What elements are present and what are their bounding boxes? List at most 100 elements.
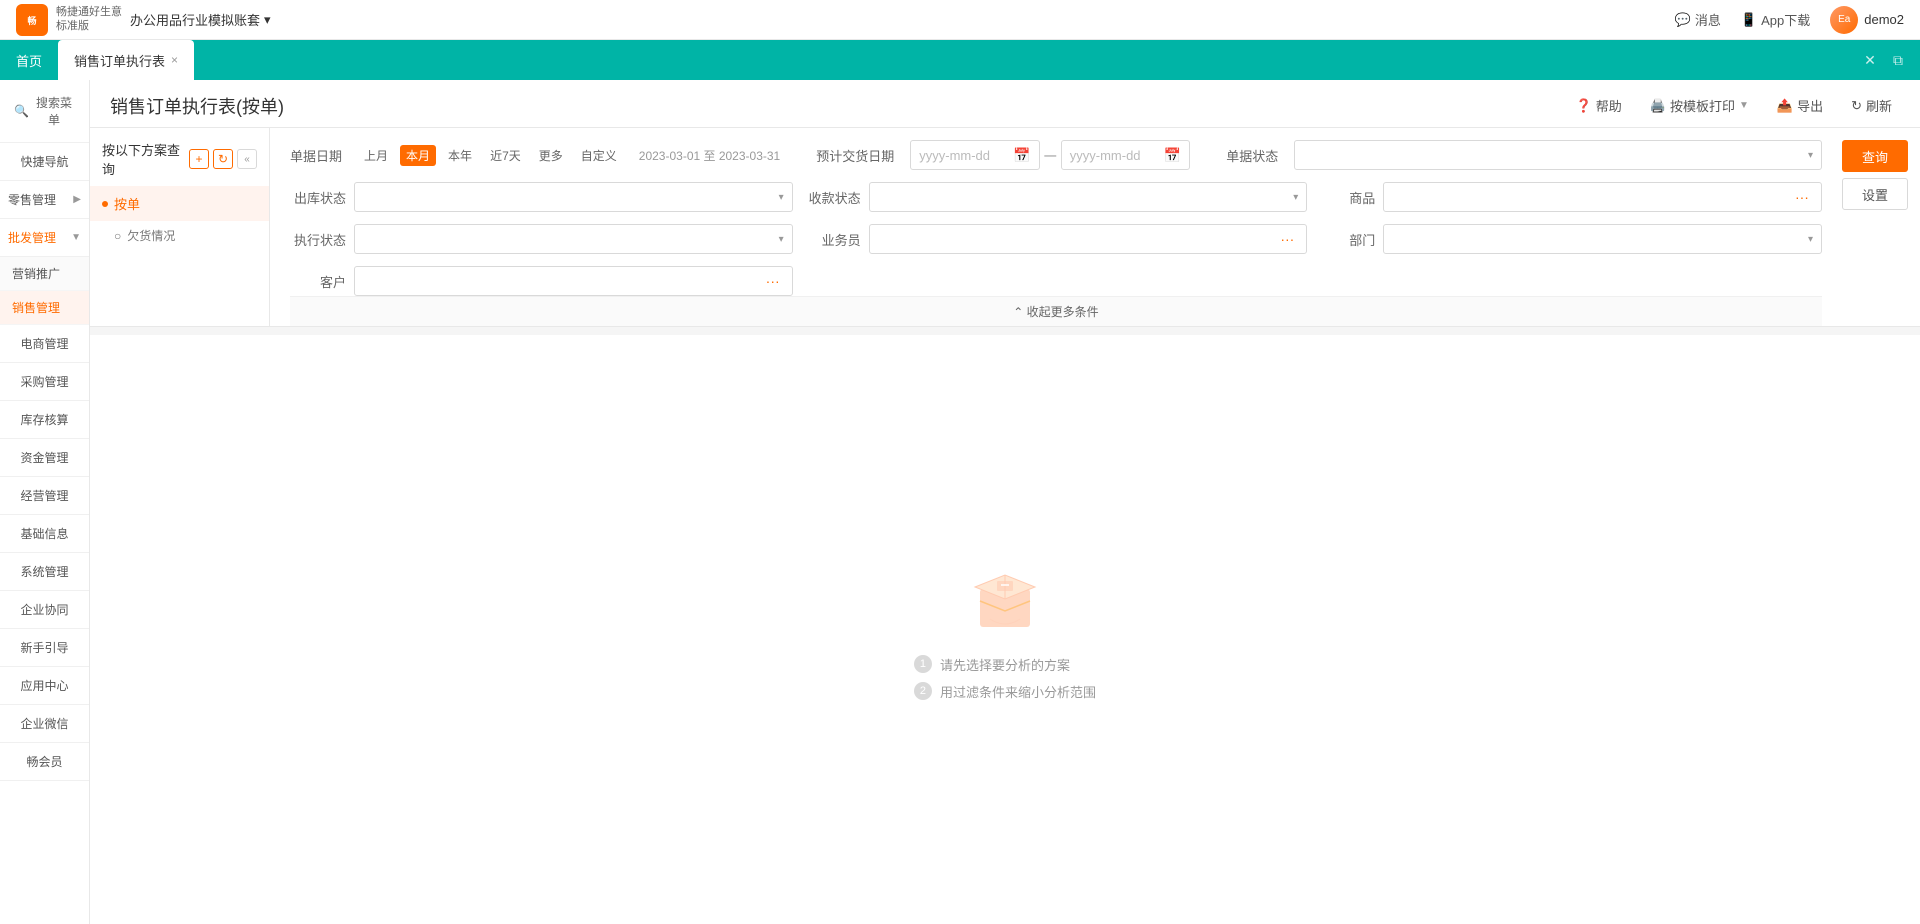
message-action[interactable]: 💬 消息 xyxy=(1675,10,1721,29)
empty-state-icon xyxy=(965,559,1045,639)
department-label: 部门 xyxy=(1319,230,1375,249)
sidebar: 🔍 搜索菜单 快捷导航 零售管理 ▶ 批发管理 ▼ 营销推广 销售管理 电商管理… xyxy=(0,80,90,924)
exec-status-cell: 执行状态 ▾ xyxy=(290,224,793,254)
sidebar-item-member[interactable]: 畅会员 xyxy=(0,743,89,781)
help-btn[interactable]: ❓ 帮助 xyxy=(1568,92,1630,119)
receive-status-select[interactable]: ▾ xyxy=(869,182,1308,212)
filter-row-3: 执行状态 ▾ 业务员 ··· 部门 xyxy=(290,224,1822,254)
sidebar-item-system[interactable]: 系统管理 xyxy=(0,553,89,591)
customer-select[interactable]: ··· xyxy=(354,266,793,296)
department-arrow: ▾ xyxy=(1808,234,1813,245)
empty-step-1: 1 请先选择要分析的方案 xyxy=(914,655,1096,674)
industry-selector[interactable]: 办公用品行业模拟账套 ▾ xyxy=(130,10,271,29)
receive-status-cell: 收款状态 ▾ xyxy=(805,182,1308,212)
main-layout: 🔍 搜索菜单 快捷导航 零售管理 ▶ 批发管理 ▼ 营销推广 销售管理 电商管理… xyxy=(0,80,1920,924)
refresh-icon: ↻ xyxy=(1851,98,1862,114)
sidebar-sub-item-sales-mgmt[interactable]: 销售管理 xyxy=(0,291,89,325)
scheme-item-orders[interactable]: 按单 xyxy=(90,186,269,221)
sidebar-search-btn[interactable]: 🔍 搜索菜单 xyxy=(8,88,81,134)
scheme-add-btn[interactable]: + xyxy=(189,149,209,169)
date-presets: 上月 本月 本年 近7天 更多 自定义 xyxy=(358,145,623,166)
tab-home[interactable]: 首页 xyxy=(0,40,58,80)
goods-select[interactable]: ··· xyxy=(1383,182,1822,212)
receive-status-label: 收款状态 xyxy=(805,188,861,207)
sidebar-item-app-center[interactable]: 应用中心 xyxy=(0,667,89,705)
top-header: 畅 畅捷通好生意 标准版 办公用品行业模拟账套 ▾ 💬 消息 📱 App下载 E… xyxy=(0,0,1920,40)
filter-area: 单据日期 上月 本月 本年 近7天 更多 自定义 2023-03-01 至 20… xyxy=(270,128,1842,326)
goods-cell: 商品 ··· xyxy=(1319,182,1822,212)
sidebar-item-purchase[interactable]: 采购管理 xyxy=(0,363,89,401)
refresh-btn[interactable]: ↻ 刷新 xyxy=(1843,92,1900,119)
sidebar-item-enterprise-collab[interactable]: 企业协同 xyxy=(0,591,89,629)
sidebar-item-enterprise-wechat[interactable]: 企业微信 xyxy=(0,705,89,743)
order-status-select[interactable]: ▾ xyxy=(1294,140,1822,170)
sidebar-item-ecommerce[interactable]: 电商管理 xyxy=(0,325,89,363)
receive-status-arrow: ▾ xyxy=(1293,192,1298,203)
print-btn[interactable]: 🖨️ 按模板打印 ▼ xyxy=(1642,92,1757,119)
exec-status-label: 执行状态 xyxy=(290,230,346,249)
date-preset-7days[interactable]: 近7天 xyxy=(484,145,527,166)
salesperson-label: 业务员 xyxy=(805,230,861,249)
collapse-conditions-btn[interactable]: ⌃ 收起更多条件 xyxy=(290,296,1822,326)
quick-nav-label: 快捷导航 xyxy=(20,153,68,170)
settings-btn[interactable]: 设置 xyxy=(1842,178,1908,210)
customer-more-icon: ··· xyxy=(762,273,784,289)
sidebar-item-wholesale-mgmt[interactable]: 批发管理 ▼ xyxy=(0,219,89,257)
sidebar-item-new-guide[interactable]: 新手引导 xyxy=(0,629,89,667)
scheme-item-debt[interactable]: ○ 欠货情况 xyxy=(90,221,269,250)
app-download-icon: 📱 xyxy=(1741,12,1757,28)
sidebar-item-inventory[interactable]: 库存核算 xyxy=(0,401,89,439)
customer-cell: 客户 ··· xyxy=(290,266,793,296)
filter-row-2: 出库状态 ▾ 收款状态 ▾ 商品 xyxy=(290,182,1822,212)
sidebar-item-retail-mgmt[interactable]: 零售管理 ▶ xyxy=(0,181,89,219)
scheme-refresh-btn[interactable]: ↻ xyxy=(213,149,233,169)
sidebar-item-finance[interactable]: 资金管理 xyxy=(0,439,89,477)
delivery-date-start[interactable]: yyyy-mm-dd 📅 xyxy=(910,140,1040,170)
scheme-collapse-btn[interactable]: « xyxy=(237,149,257,169)
export-icon: 📤 xyxy=(1777,98,1793,114)
query-buttons: 查询 设置 xyxy=(1842,128,1920,326)
tab-close-icon[interactable]: × xyxy=(171,53,178,67)
sidebar-item-quick-nav[interactable]: 快捷导航 xyxy=(0,143,89,181)
sidebar-item-basic-info[interactable]: 基础信息 xyxy=(0,515,89,553)
scheme-panel: 按以下方案查询 + ↻ « 按单 xyxy=(90,128,270,326)
sidebar-search-area: 🔍 搜索菜单 xyxy=(0,80,89,143)
wholesale-expand-icon: ▼ xyxy=(71,232,81,243)
date-preset-last-month[interactable]: 上月 xyxy=(358,145,394,166)
empty-steps: 1 请先选择要分析的方案 2 用过滤条件来缩小分析范围 xyxy=(914,655,1096,701)
window-close-btn[interactable]: ✕ xyxy=(1860,50,1880,70)
date-preset-custom[interactable]: 自定义 xyxy=(575,145,623,166)
salesperson-select[interactable]: ··· xyxy=(869,224,1308,254)
help-icon: ❓ xyxy=(1576,98,1592,114)
delivery-date-end[interactable]: yyyy-mm-dd 📅 xyxy=(1061,140,1191,170)
page-title: 销售订单执行表(按单) xyxy=(110,93,284,119)
tab-sales-order[interactable]: 销售订单执行表 × xyxy=(58,40,194,80)
date-preset-this-year[interactable]: 本年 xyxy=(442,145,478,166)
retail-expand-icon: ▶ xyxy=(73,194,81,205)
window-maximize-btn[interactable]: ⧉ xyxy=(1888,50,1908,70)
department-select[interactable]: ▾ xyxy=(1383,224,1822,254)
print-dropdown-icon: ▼ xyxy=(1739,100,1749,111)
out-status-arrow: ▾ xyxy=(779,192,784,203)
user-profile[interactable]: Ea demo2 xyxy=(1830,6,1904,34)
out-status-select[interactable]: ▾ xyxy=(354,182,793,212)
empty-cell-1 xyxy=(805,266,1308,296)
username-label: demo2 xyxy=(1864,12,1904,27)
out-status-cell: 出库状态 ▾ xyxy=(290,182,793,212)
app-download-action[interactable]: 📱 App下载 xyxy=(1741,10,1810,29)
calendar-end-icon: 📅 xyxy=(1164,147,1181,164)
date-separator: 一 xyxy=(1044,146,1057,165)
query-btn[interactable]: 查询 xyxy=(1842,140,1908,172)
date-preset-this-month[interactable]: 本月 xyxy=(400,145,436,166)
order-status-label: 单据状态 xyxy=(1226,146,1278,165)
page-header: 销售订单执行表(按单) ❓ 帮助 🖨️ 按模板打印 ▼ 📤 导出 ↻ 刷新 xyxy=(90,80,1920,128)
filter-scheme-layout: 按以下方案查询 + ↻ « 按单 xyxy=(90,128,1920,327)
date-preset-more[interactable]: 更多 xyxy=(533,145,569,166)
delivery-date-label: 预计交货日期 xyxy=(816,146,894,165)
calendar-start-icon: 📅 xyxy=(1013,147,1030,164)
delivery-date-range: yyyy-mm-dd 📅 一 yyyy-mm-dd 📅 xyxy=(910,140,1190,170)
export-btn[interactable]: 📤 导出 xyxy=(1769,92,1831,119)
exec-status-select[interactable]: ▾ xyxy=(354,224,793,254)
sidebar-item-operation[interactable]: 经营管理 xyxy=(0,477,89,515)
sidebar-sub-item-marketing[interactable]: 营销推广 xyxy=(0,257,89,291)
